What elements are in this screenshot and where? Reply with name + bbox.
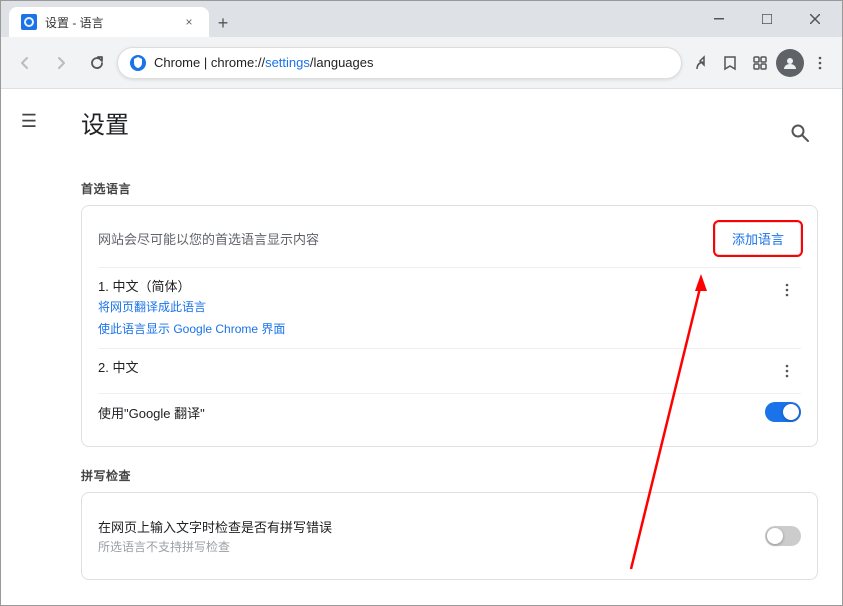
lang-ui-link-1[interactable]: 使此语言显示 Google Chrome 界面: [98, 319, 773, 341]
extension-button[interactable]: [746, 49, 774, 77]
lang-info-2: 2. 中文: [98, 357, 773, 378]
tab-close-button[interactable]: ×: [181, 14, 197, 30]
google-translate-row: 使用"Google 翻译": [98, 393, 801, 430]
spell-check-info: 在网页上输入文字时检查是否有拼写错误 所选语言不支持拼写检查: [98, 517, 332, 555]
chrome-brand: Chrome: [154, 55, 200, 70]
reload-button[interactable]: [81, 47, 113, 79]
sidebar-menu-icon[interactable]: ☰: [9, 101, 49, 141]
settings-main: 设置 首选语言 网站会尽可能以您的首选语言显示内容 添加语言: [57, 89, 842, 605]
window-controls: [696, 1, 842, 37]
new-tab-button[interactable]: +: [209, 9, 237, 37]
spell-check-description: 在网页上输入文字时检查是否有拼写错误: [98, 517, 332, 536]
tab-title: 设置 - 语言: [45, 14, 104, 31]
tab-bar: 设置 - 语言 × +: [1, 1, 696, 37]
page-title: 设置: [81, 105, 129, 140]
spell-check-row: 在网页上输入文字时检查是否有拼写错误 所选语言不支持拼写检查: [98, 509, 801, 563]
language-item-1: 1. 中文（简体） 将网页翻译成此语言 使此语言显示 Google Chrome…: [98, 267, 801, 348]
active-tab[interactable]: 设置 - 语言 ×: [9, 7, 209, 37]
address-actions: [686, 49, 834, 77]
bookmark-button[interactable]: [716, 49, 744, 77]
lang-menu-2[interactable]: [773, 357, 801, 385]
spell-check-section-title: 拼写检查: [81, 467, 818, 484]
card-description: 网站会尽可能以您的首选语言显示内容: [98, 229, 319, 248]
lang-name-2: 2. 中文: [98, 357, 773, 376]
browser-window: 设置 - 语言 × +: [0, 0, 843, 606]
lang-menu-1[interactable]: [773, 276, 801, 304]
settings-search-button[interactable]: [782, 115, 818, 151]
lang-translate-link-1[interactable]: 将网页翻译成此语言: [98, 297, 773, 319]
lang-info-1: 1. 中文（简体） 将网页翻译成此语言 使此语言显示 Google Chrome…: [98, 276, 773, 340]
add-language-button[interactable]: 添加语言: [715, 222, 801, 255]
forward-button[interactable]: [45, 47, 77, 79]
settings-sidebar: ☰: [1, 89, 57, 605]
google-translate-label: 使用"Google 翻译": [98, 403, 205, 422]
preferred-lang-section-title: 首选语言: [81, 180, 818, 197]
share-button[interactable]: [686, 49, 714, 77]
profile-button[interactable]: [776, 49, 804, 77]
spell-check-toggle[interactable]: [765, 526, 801, 546]
spell-check-sub-description: 所选语言不支持拼写检查: [98, 538, 332, 555]
address-separator: |: [204, 55, 211, 70]
language-item-2: 2. 中文: [98, 348, 801, 393]
menu-button[interactable]: [806, 49, 834, 77]
tab-favicon: [21, 14, 37, 30]
close-button[interactable]: [792, 1, 838, 37]
settings-layout: ☰ 设置 首选语言 网站会尽可能以您的首选语言显示内容 添加语言: [1, 89, 842, 605]
address-bar: Chrome | chrome://settings/languages: [1, 37, 842, 89]
url-settings: settings: [265, 55, 310, 70]
back-button[interactable]: [9, 47, 41, 79]
google-translate-toggle[interactable]: [765, 402, 801, 422]
site-security-icon: [130, 55, 146, 71]
spell-check-card: 在网页上输入文字时检查是否有拼写错误 所选语言不支持拼写检查: [81, 492, 818, 580]
lang-name-1: 1. 中文（简体）: [98, 276, 773, 295]
maximize-button[interactable]: [744, 1, 790, 37]
preferred-lang-card: 网站会尽可能以您的首选语言显示内容 添加语言 1. 中文（简体） 将网页翻译成此…: [81, 205, 818, 447]
address-input-wrap[interactable]: Chrome | chrome://settings/languages: [117, 47, 682, 79]
page-content: ☰ 设置 首选语言 网站会尽可能以您的首选语言显示内容 添加语言: [1, 89, 842, 605]
card-header: 网站会尽可能以您的首选语言显示内容 添加语言: [98, 222, 801, 255]
titlebar: 设置 - 语言 × +: [1, 1, 842, 37]
address-url: chrome://settings/languages: [211, 55, 374, 70]
minimize-button[interactable]: [696, 1, 742, 37]
address-text: Chrome | chrome://settings/languages: [154, 55, 669, 70]
